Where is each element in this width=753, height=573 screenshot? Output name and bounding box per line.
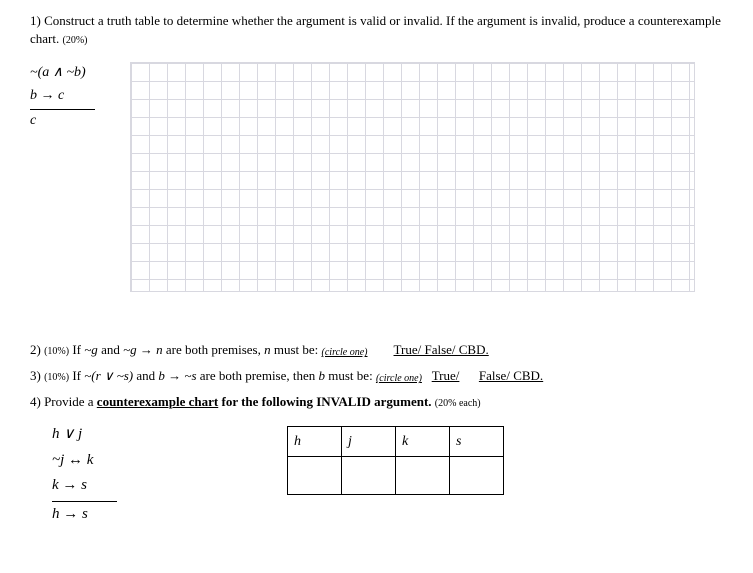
q3-tc: are both premise, then	[197, 368, 319, 383]
q3-line: 3) (10%) If ~(r ∨ ~s) and b → ~s are bot…	[30, 368, 723, 384]
header-k: k	[396, 427, 450, 457]
q1-prompt: 1) Construct a truth table to determine …	[30, 12, 723, 48]
q1-premise1: ~(a ∧ ~b)	[30, 65, 86, 80]
q3-p2: b → ~s	[158, 368, 196, 383]
cell-s[interactable]	[450, 457, 504, 495]
q3-true[interactable]: True/	[432, 368, 460, 383]
truth-table-grid[interactable]	[130, 62, 695, 292]
q1-argument: ~(a ∧ ~b) b → c c	[30, 62, 110, 132]
q4-pa: 4) Provide a	[30, 394, 97, 409]
q2-num: 2)	[30, 342, 44, 357]
q1-conclusion: c	[30, 113, 36, 128]
q4-content: h ∨ j ~j ↔ k k → s h → s h j k s	[30, 422, 723, 527]
cell-k[interactable]	[396, 457, 450, 495]
q1-prompt-text: 1) Construct a truth table to determine …	[30, 13, 721, 46]
q2-options[interactable]: True/ False/ CBD.	[394, 342, 489, 357]
q2-pct: (10%)	[44, 346, 69, 357]
q3-tb: and	[133, 368, 158, 383]
q3-p1: ~(r ∨ ~s)	[84, 368, 133, 383]
q3-num: 3)	[30, 368, 44, 383]
header-h: h	[288, 427, 342, 457]
q4-conclusion: h → s	[52, 506, 88, 522]
counterexample-table[interactable]: h j k s	[287, 426, 504, 495]
q4-p1: h ∨ j	[52, 426, 82, 442]
header-s: s	[450, 427, 504, 457]
q2-tc: are both premises,	[163, 342, 264, 357]
table-row	[288, 457, 504, 495]
table-row: h j k s	[288, 427, 504, 457]
q2-p1: ~g	[84, 342, 98, 357]
q2-ta: If	[69, 342, 84, 357]
q1-content: ~(a ∧ ~b) b → c c	[30, 62, 723, 292]
cell-j[interactable]	[342, 457, 396, 495]
q4-pct: (20% each)	[435, 398, 481, 409]
q2-tb: and	[98, 342, 123, 357]
q3-ta: If	[69, 368, 84, 383]
q3-rest[interactable]: False/ CBD.	[479, 368, 543, 383]
q4-prompt: 4) Provide a counterexample chart for th…	[30, 394, 723, 410]
q4-p3: k → s	[52, 473, 117, 502]
header-j: j	[342, 427, 396, 457]
q3-pct: (10%)	[44, 372, 69, 383]
q3-td: must be:	[325, 368, 376, 383]
cell-h[interactable]	[288, 457, 342, 495]
q4-p2: ~j ↔ k	[52, 452, 93, 468]
q4-pb: counterexample chart	[97, 394, 218, 409]
q1-premise2: b → c	[30, 85, 95, 110]
q4-pc: for the following INVALID argument.	[218, 394, 435, 409]
q3-circle: (circle one)	[376, 373, 422, 384]
q1-pct: (20%)	[62, 35, 87, 46]
q2-circle: (circle one)	[322, 347, 368, 358]
q4-argument: h ∨ j ~j ↔ k k → s h → s	[52, 422, 117, 527]
q2-td: must be:	[271, 342, 322, 357]
q2-p2: ~g → n	[123, 342, 163, 357]
q2-line: 2) (10%) If ~g and ~g → n are both premi…	[30, 342, 723, 358]
